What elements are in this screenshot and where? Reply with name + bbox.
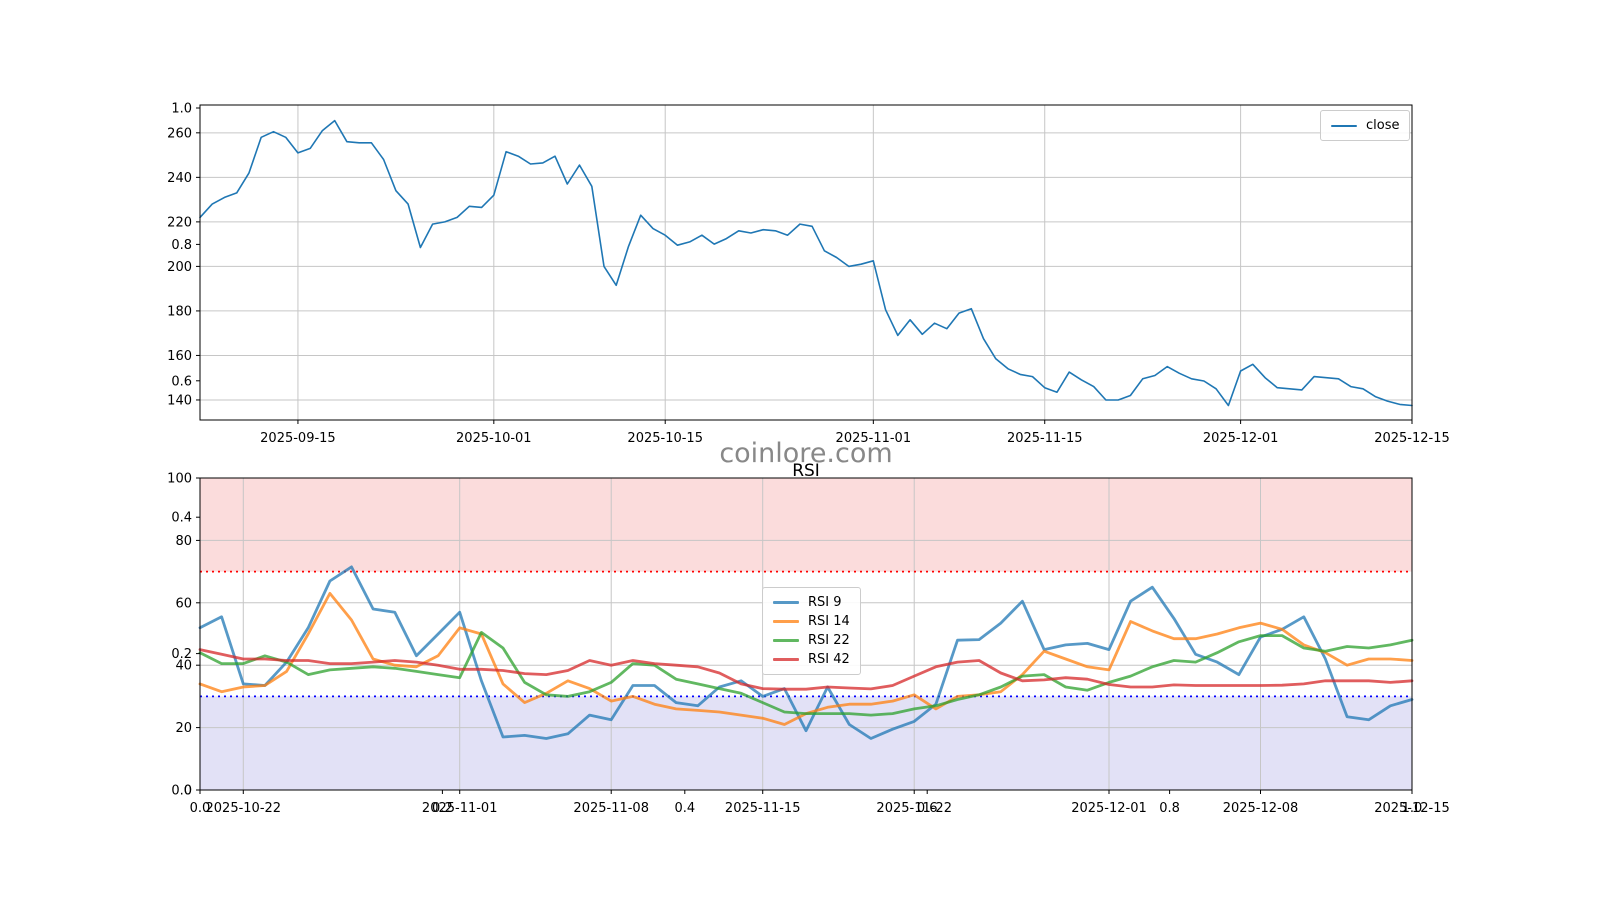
overlay-x-tick-label: 0.2 <box>432 801 453 816</box>
overlay-x-tick-label: 0.0 <box>190 801 211 816</box>
overlay-y-tick-label: 0.2 <box>171 647 192 662</box>
y-tick-label: 80 <box>175 534 192 549</box>
legend-line-swatch <box>773 639 799 642</box>
x-tick-label: 2025-11-22 <box>876 801 952 816</box>
legend-label: RSI 22 <box>808 633 850 648</box>
x-tick-label: 2025-11-15 <box>1007 431 1083 446</box>
x-tick-label: 2025-11-15 <box>725 801 801 816</box>
legend-item-rsi-9: RSI 9 <box>773 593 850 612</box>
y-tick-label: 140 <box>167 393 192 408</box>
legend-line-swatch <box>773 658 799 661</box>
oversold-band <box>200 696 1412 790</box>
legend-label: RSI 42 <box>808 652 850 667</box>
overlay-x-tick-label: 0.6 <box>917 801 938 816</box>
y-tick-label: 240 <box>167 171 192 186</box>
x-tick-label: 2025-12-01 <box>1203 431 1279 446</box>
overlay-x-tick-label: 1.0 <box>1402 801 1423 816</box>
y-tick-label: 160 <box>167 349 192 364</box>
overbought-band <box>200 478 1412 572</box>
x-tick-label: 2025-12-08 <box>1223 801 1299 816</box>
overlay-y-tick-label: 0.8 <box>171 238 192 253</box>
x-tick-label: 2025-09-15 <box>260 431 336 446</box>
legend-item-close: close <box>1331 116 1399 135</box>
legend-line-swatch <box>1331 124 1357 127</box>
overlay-y-tick-label: 0.4 <box>171 511 192 526</box>
y-tick-label: 100 <box>167 472 192 487</box>
y-tick-label: 20 <box>175 721 192 736</box>
overlay-y-tick-label: 0.0 <box>171 784 192 799</box>
y-tick-label: 220 <box>167 215 192 230</box>
y-tick-label: 180 <box>167 304 192 319</box>
legend-line-swatch <box>773 620 799 623</box>
close-line <box>199 119 1413 407</box>
overlay-y-tick-label: 0.6 <box>171 374 192 389</box>
y-tick-label: 200 <box>167 260 192 275</box>
figure-canvas: 2025-09-15 2025-10-01 2025-10-15 2025-11-01… <box>0 0 1600 900</box>
overlay-x-tick-label: 0.4 <box>674 801 695 816</box>
rsi-legend: RSI 9 RSI 14 RSI 22 RSI 42 <box>762 587 861 675</box>
price-legend: close <box>1320 110 1411 141</box>
y-tick-label: 60 <box>175 596 192 611</box>
x-tick-label: 2025-12-15 <box>1374 431 1450 446</box>
overlay-x-tick-label: 0.8 <box>1159 801 1180 816</box>
legend-label: close <box>1366 118 1400 133</box>
y-tick-label: 260 <box>167 126 192 141</box>
legend-label: RSI 14 <box>808 614 850 629</box>
x-tick-label: 2025-10-01 <box>456 431 532 446</box>
legend-label: RSI 9 <box>808 595 842 610</box>
legend-item-rsi-22: RSI 22 <box>773 631 850 650</box>
price-axes-frame <box>199 104 1413 421</box>
x-tick-label: 2025-12-01 <box>1071 801 1147 816</box>
x-tick-label: 2025-10-22 <box>206 801 282 816</box>
x-tick-label: 2025-11-08 <box>573 801 649 816</box>
x-tick-label: 2025-10-15 <box>627 431 703 446</box>
legend-item-rsi-14: RSI 14 <box>773 612 850 631</box>
overlay-y-tick-label: 1.0 <box>171 102 192 117</box>
x-tick-label: 2025-11-01 <box>836 431 912 446</box>
legend-line-swatch <box>773 601 799 604</box>
legend-item-rsi-42: RSI 42 <box>773 650 850 669</box>
